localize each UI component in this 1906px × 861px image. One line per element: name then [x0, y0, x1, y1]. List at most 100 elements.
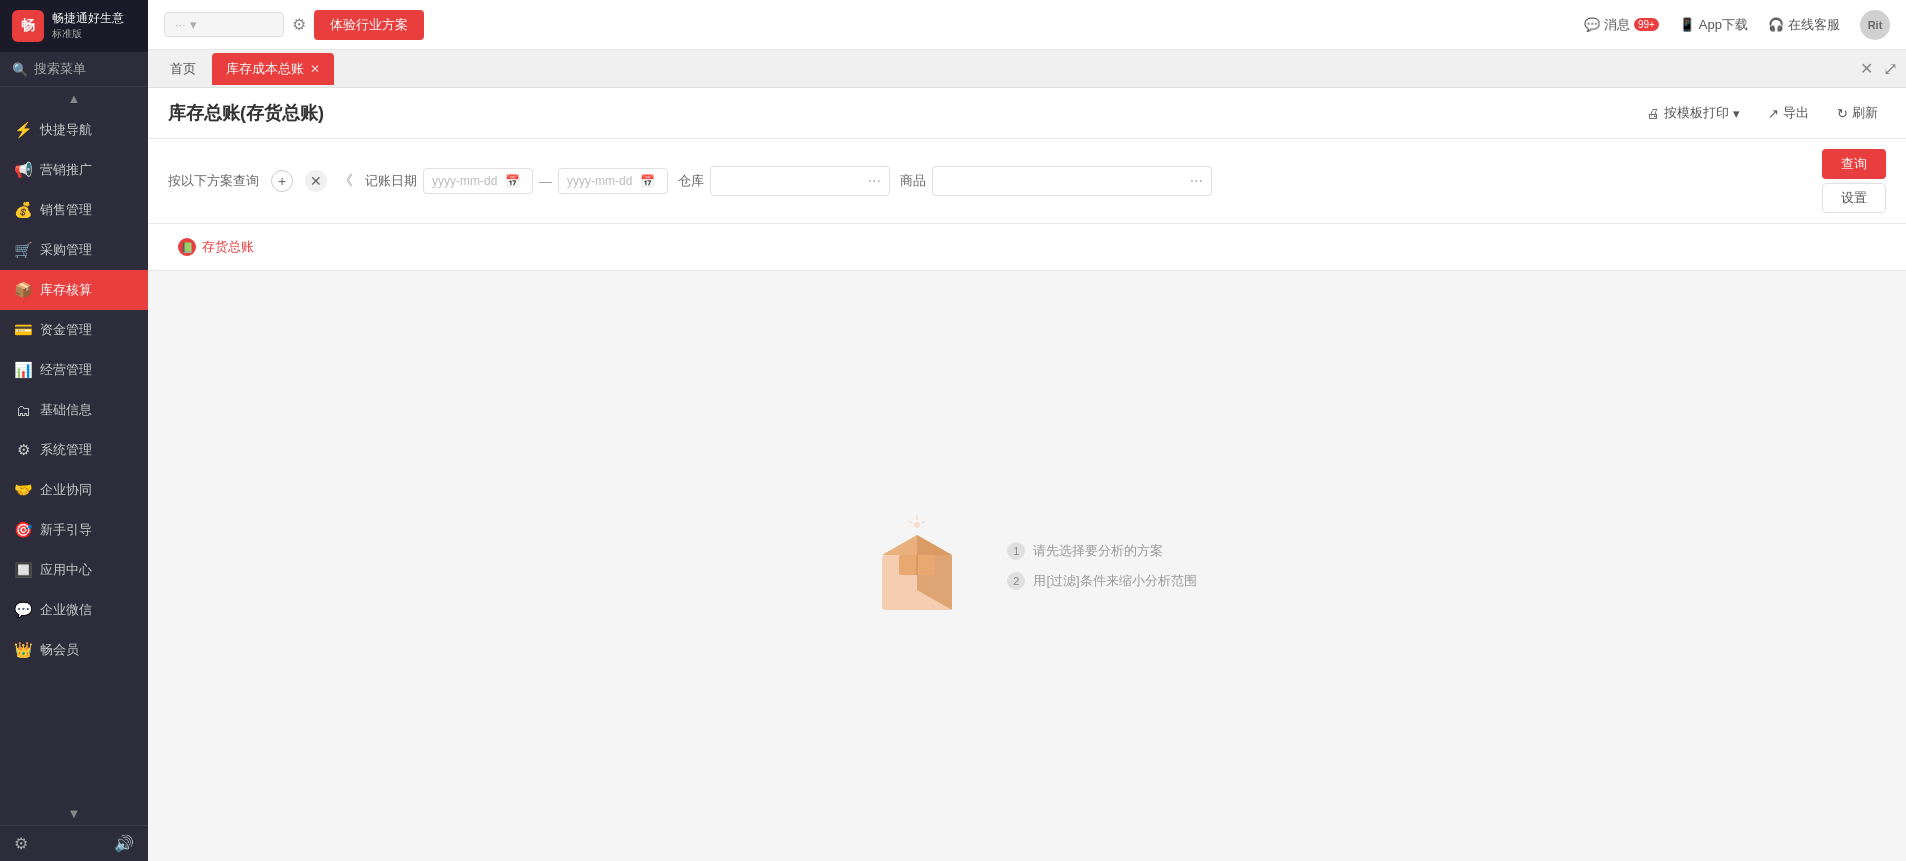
quick-nav-label: 快捷导航: [40, 121, 92, 139]
topbar: ··· ▾ ⚙ 体验行业方案 💬 消息 99+ 📱 App下载 🎧 在线客服 R…: [148, 0, 1906, 50]
topbar-app-download[interactable]: 📱 App下载: [1679, 16, 1748, 34]
sub-nav-inventory-ledger[interactable]: 📗 存货总账: [168, 232, 264, 262]
svg-line-8: [922, 521, 925, 523]
inventory-label: 库存核算: [40, 281, 92, 299]
filter-collapse-icon[interactable]: 《: [339, 172, 353, 190]
sidebar-item-sales[interactable]: 💰 销售管理: [0, 190, 148, 230]
online-service-label: 在线客服: [1788, 16, 1840, 34]
quick-nav-icon: ⚡: [14, 121, 32, 139]
export-btn[interactable]: ↗ 导出: [1760, 100, 1817, 126]
tab-inventory-cost[interactable]: 库存成本总账 ✕: [212, 53, 334, 85]
finance-icon: 💳: [14, 321, 32, 339]
filter-fields: 记账日期 yyyy-mm-dd 📅 — yyyy-mm-dd 📅 仓库: [365, 166, 1810, 196]
sidebar-item-guide[interactable]: 🎯 新手引导: [0, 510, 148, 550]
sidebar-item-operation[interactable]: 📊 经营管理: [0, 350, 148, 390]
tab-close-icon[interactable]: ✕: [310, 62, 320, 76]
guide-icon: 🎯: [14, 521, 32, 539]
sidebar-item-system[interactable]: ⚙ 系统管理: [0, 430, 148, 470]
finance-label: 资金管理: [40, 321, 92, 339]
warehouse-input[interactable]: ···: [710, 166, 890, 196]
print-btn[interactable]: 🖨 按模板打印 ▾: [1639, 100, 1748, 126]
print-label: 按模板打印: [1664, 104, 1729, 122]
sidebar-item-corp[interactable]: 🤝 企业协同: [0, 470, 148, 510]
sidebar-item-member[interactable]: 👑 畅会员: [0, 630, 148, 670]
sales-label: 销售管理: [40, 201, 92, 219]
filter-bar: 按以下方案查询 + ✕ 《 记账日期 yyyy-mm-dd 📅 — yyyy-m…: [148, 139, 1906, 224]
sidebar-audio-icon[interactable]: 🔊: [114, 834, 134, 853]
sidebar-scroll-up[interactable]: ▲: [0, 87, 148, 110]
sub-nav: 📗 存货总账: [148, 224, 1906, 271]
message-badge: 99+: [1634, 18, 1659, 31]
sidebar-item-inventory[interactable]: 📦 库存核算: [0, 270, 148, 310]
refresh-label: 刷新: [1852, 104, 1878, 122]
page-header: 库存总账(存货总账) 🖨 按模板打印 ▾ ↗ 导出 ↻ 刷新: [148, 88, 1906, 139]
step-1-badge: 1: [1007, 542, 1025, 560]
empty-tip-1-text: 请先选择要分析的方案: [1033, 542, 1163, 560]
sidebar-item-marketing[interactable]: 📢 营销推广: [0, 150, 148, 190]
corp-icon: 🤝: [14, 481, 32, 499]
date-filter-group: 记账日期 yyyy-mm-dd 📅 — yyyy-mm-dd 📅: [365, 168, 668, 194]
industry-btn[interactable]: 体验行业方案: [314, 10, 424, 40]
product-more-icon: ···: [1190, 172, 1203, 190]
sidebar-search[interactable]: 🔍 搜索菜单: [0, 52, 148, 87]
sidebar-item-finance[interactable]: 💳 资金管理: [0, 310, 148, 350]
refresh-icon: ↻: [1837, 106, 1848, 121]
filter-add-btn[interactable]: +: [271, 170, 293, 192]
topbar-avatar[interactable]: Rit: [1860, 10, 1890, 40]
page-title: 库存总账(存货总账): [168, 101, 324, 125]
empty-tip-2-text: 用[过滤]条件来缩小分析范围: [1033, 572, 1196, 590]
filter-label: 按以下方案查询: [168, 172, 259, 190]
sidebar-settings-icon[interactable]: ⚙: [14, 834, 28, 853]
filter-clear-btn[interactable]: ✕: [305, 170, 327, 192]
message-label: 消息: [1604, 16, 1630, 34]
message-icon: 💬: [1584, 17, 1600, 32]
date-start-input[interactable]: yyyy-mm-dd 📅: [423, 168, 533, 194]
inventory-ledger-label: 存货总账: [202, 238, 254, 256]
system-label: 系统管理: [40, 441, 92, 459]
logo-badge: 标准版: [52, 27, 124, 41]
refresh-btn[interactable]: ↻ 刷新: [1829, 100, 1886, 126]
sidebar: 畅 畅捷通好生意 标准版 🔍 搜索菜单 ▲ ⚡ 快捷导航 📢 营销推广 💰 销售…: [0, 0, 148, 861]
export-icon: ↗: [1768, 106, 1779, 121]
guide-label: 新手引导: [40, 521, 92, 539]
filter-settings-btn[interactable]: 设置: [1822, 183, 1886, 213]
step-2-badge: 2: [1007, 572, 1025, 590]
filter-actions: 查询 设置: [1822, 149, 1886, 213]
sidebar-item-purchase[interactable]: 🛒 采购管理: [0, 230, 148, 270]
wechat-icon: 💬: [14, 601, 32, 619]
basic-label: 基础信息: [40, 401, 92, 419]
breadcrumb-text: ···: [175, 17, 186, 32]
query-btn[interactable]: 查询: [1822, 149, 1886, 179]
apps-icon: 🔲: [14, 561, 32, 579]
tab-home[interactable]: 首页: [156, 53, 210, 85]
calendar-start-icon: 📅: [505, 174, 520, 188]
topbar-message[interactable]: 💬 消息 99+: [1584, 16, 1659, 34]
empty-state: 1 请先选择要分析的方案 2 用[过滤]条件来缩小分析范围: [148, 271, 1906, 861]
print-chevron-icon: ▾: [1733, 106, 1740, 121]
sidebar-item-basic[interactable]: 🗂 基础信息: [0, 390, 148, 430]
sidebar-search-label: 搜索菜单: [34, 60, 86, 78]
logo-title: 畅捷通好生意: [52, 11, 124, 27]
warehouse-filter-group: 仓库 ···: [678, 166, 890, 196]
product-input[interactable]: ···: [932, 166, 1212, 196]
empty-tip-1: 1 请先选择要分析的方案: [1007, 542, 1196, 560]
basic-icon: 🗂: [14, 401, 32, 419]
sidebar-item-apps[interactable]: 🔲 应用中心: [0, 550, 148, 590]
inventory-icon: 📦: [14, 281, 32, 299]
topbar-online-service[interactable]: 🎧 在线客服: [1768, 16, 1840, 34]
topbar-settings-icon[interactable]: ⚙: [292, 15, 306, 34]
sidebar-item-quick-nav[interactable]: ⚡ 快捷导航: [0, 110, 148, 150]
tabbar: 首页 库存成本总账 ✕ ✕ ⤢: [148, 50, 1906, 88]
system-icon: ⚙: [14, 441, 32, 459]
wechat-label: 企业微信: [40, 601, 92, 619]
tab-expand-icon[interactable]: ⤢: [1883, 58, 1898, 80]
sidebar-scroll-down[interactable]: ▼: [0, 802, 148, 825]
sidebar-item-wechat[interactable]: 💬 企业微信: [0, 590, 148, 630]
date-end-input[interactable]: yyyy-mm-dd 📅: [558, 168, 668, 194]
product-filter-group: 商品 ···: [900, 166, 1212, 196]
topbar-breadcrumb[interactable]: ··· ▾: [164, 12, 284, 37]
tab-close-all-icon[interactable]: ✕: [1852, 55, 1881, 82]
topbar-right: 💬 消息 99+ 📱 App下载 🎧 在线客服 Rit: [1584, 10, 1890, 40]
sales-icon: 💰: [14, 201, 32, 219]
operation-icon: 📊: [14, 361, 32, 379]
